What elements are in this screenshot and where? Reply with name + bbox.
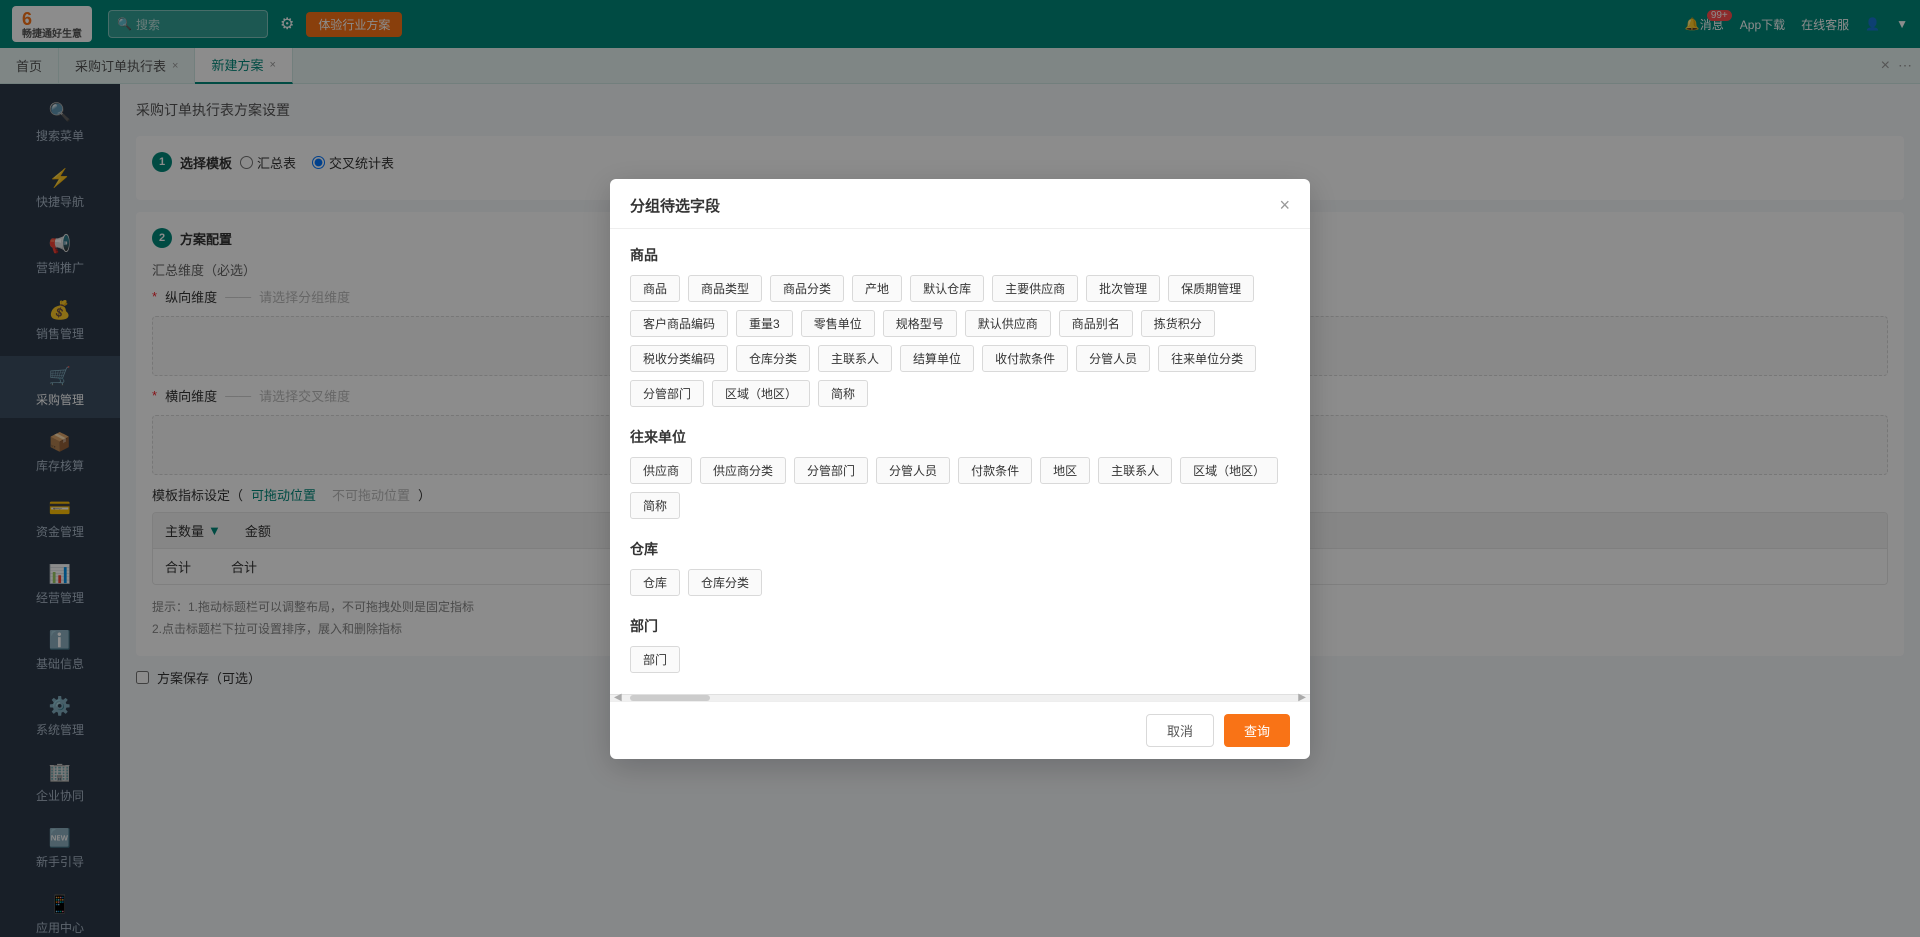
field-region-product[interactable]: 区域（地区） xyxy=(712,380,810,407)
section-warehouse: 仓库 仓库 仓库分类 xyxy=(630,539,1290,596)
field-party-manager[interactable]: 分管人员 xyxy=(876,457,950,484)
field-warehouse-cat[interactable]: 仓库分类 xyxy=(688,569,762,596)
section-dept: 部门 部门 xyxy=(630,616,1290,673)
field-retail-unit[interactable]: 零售单位 xyxy=(801,310,875,337)
section-party-fields: 供应商 供应商分类 分管部门 分管人员 付款条件 地区 主联系人 区域（地区） … xyxy=(630,457,1290,519)
field-party-short-name[interactable]: 简称 xyxy=(630,492,680,519)
field-area[interactable]: 地区 xyxy=(1040,457,1090,484)
modal-close-button[interactable]: × xyxy=(1279,196,1290,214)
field-party-main-contact[interactable]: 主联系人 xyxy=(1098,457,1172,484)
modal-confirm-button[interactable]: 查询 xyxy=(1224,714,1290,747)
field-settlement-unit[interactable]: 结算单位 xyxy=(900,345,974,372)
field-pick-points[interactable]: 拣货积分 xyxy=(1141,310,1215,337)
field-short-name-product[interactable]: 简称 xyxy=(818,380,868,407)
field-supplier-category[interactable]: 供应商分类 xyxy=(700,457,786,484)
field-party-dept[interactable]: 分管部门 xyxy=(794,457,868,484)
field-manager[interactable]: 分管人员 xyxy=(1076,345,1150,372)
hscroll-thumb[interactable] xyxy=(630,695,710,701)
field-origin[interactable]: 产地 xyxy=(852,275,902,302)
field-product-type[interactable]: 商品类型 xyxy=(688,275,762,302)
field-tax-code[interactable]: 税收分类编码 xyxy=(630,345,728,372)
field-main-supplier[interactable]: 主要供应商 xyxy=(992,275,1078,302)
section-warehouse-title: 仓库 xyxy=(630,539,1290,559)
modal-overlay: 分组待选字段 × 商品 商品 商品类型 商品分类 产地 默认仓库 主要供应商 批… xyxy=(0,0,1920,937)
field-warehouse-category[interactable]: 仓库分类 xyxy=(736,345,810,372)
hscroll-right-arrow[interactable]: ▶ xyxy=(1298,692,1306,703)
modal-footer: 取消 查询 xyxy=(610,701,1310,759)
hscroll-left-arrow[interactable]: ◀ xyxy=(614,692,622,703)
field-product-category[interactable]: 商品分类 xyxy=(770,275,844,302)
section-product-title: 商品 xyxy=(630,245,1290,265)
modal-cancel-button[interactable]: 取消 xyxy=(1146,714,1214,747)
field-party-payment-terms[interactable]: 付款条件 xyxy=(958,457,1032,484)
field-warehouse[interactable]: 仓库 xyxy=(630,569,680,596)
field-default-warehouse[interactable]: 默认仓库 xyxy=(910,275,984,302)
field-shelf-life[interactable]: 保质期管理 xyxy=(1168,275,1254,302)
section-dept-fields: 部门 xyxy=(630,646,1290,673)
section-dept-title: 部门 xyxy=(630,616,1290,636)
field-batch-mgmt[interactable]: 批次管理 xyxy=(1086,275,1160,302)
field-party-region[interactable]: 区域（地区） xyxy=(1180,457,1278,484)
section-product-fields: 商品 商品类型 商品分类 产地 默认仓库 主要供应商 批次管理 保质期管理 客户… xyxy=(630,275,1290,407)
field-weight3[interactable]: 重量3 xyxy=(736,310,793,337)
field-default-supplier[interactable]: 默认供应商 xyxy=(965,310,1051,337)
modal-horizontal-scrollbar[interactable]: ◀ ▶ xyxy=(610,694,1310,701)
field-spec-model[interactable]: 规格型号 xyxy=(883,310,957,337)
field-selector-modal: 分组待选字段 × 商品 商品 商品类型 商品分类 产地 默认仓库 主要供应商 批… xyxy=(610,179,1310,759)
field-dept-mgmt[interactable]: 分管部门 xyxy=(630,380,704,407)
field-product[interactable]: 商品 xyxy=(630,275,680,302)
modal-title: 分组待选字段 xyxy=(630,195,720,216)
field-dept[interactable]: 部门 xyxy=(630,646,680,673)
section-party: 往来单位 供应商 供应商分类 分管部门 分管人员 付款条件 地区 主联系人 区域… xyxy=(630,427,1290,519)
field-party-category[interactable]: 往来单位分类 xyxy=(1158,345,1256,372)
modal-header: 分组待选字段 × xyxy=(610,179,1310,229)
section-product: 商品 商品 商品类型 商品分类 产地 默认仓库 主要供应商 批次管理 保质期管理… xyxy=(630,245,1290,407)
section-party-title: 往来单位 xyxy=(630,427,1290,447)
field-customer-sku[interactable]: 客户商品编码 xyxy=(630,310,728,337)
section-warehouse-fields: 仓库 仓库分类 xyxy=(630,569,1290,596)
field-product-alias[interactable]: 商品别名 xyxy=(1059,310,1133,337)
field-supplier[interactable]: 供应商 xyxy=(630,457,692,484)
field-payment-terms[interactable]: 收付款条件 xyxy=(982,345,1068,372)
modal-body: 商品 商品 商品类型 商品分类 产地 默认仓库 主要供应商 批次管理 保质期管理… xyxy=(610,229,1310,694)
field-main-contact[interactable]: 主联系人 xyxy=(818,345,892,372)
